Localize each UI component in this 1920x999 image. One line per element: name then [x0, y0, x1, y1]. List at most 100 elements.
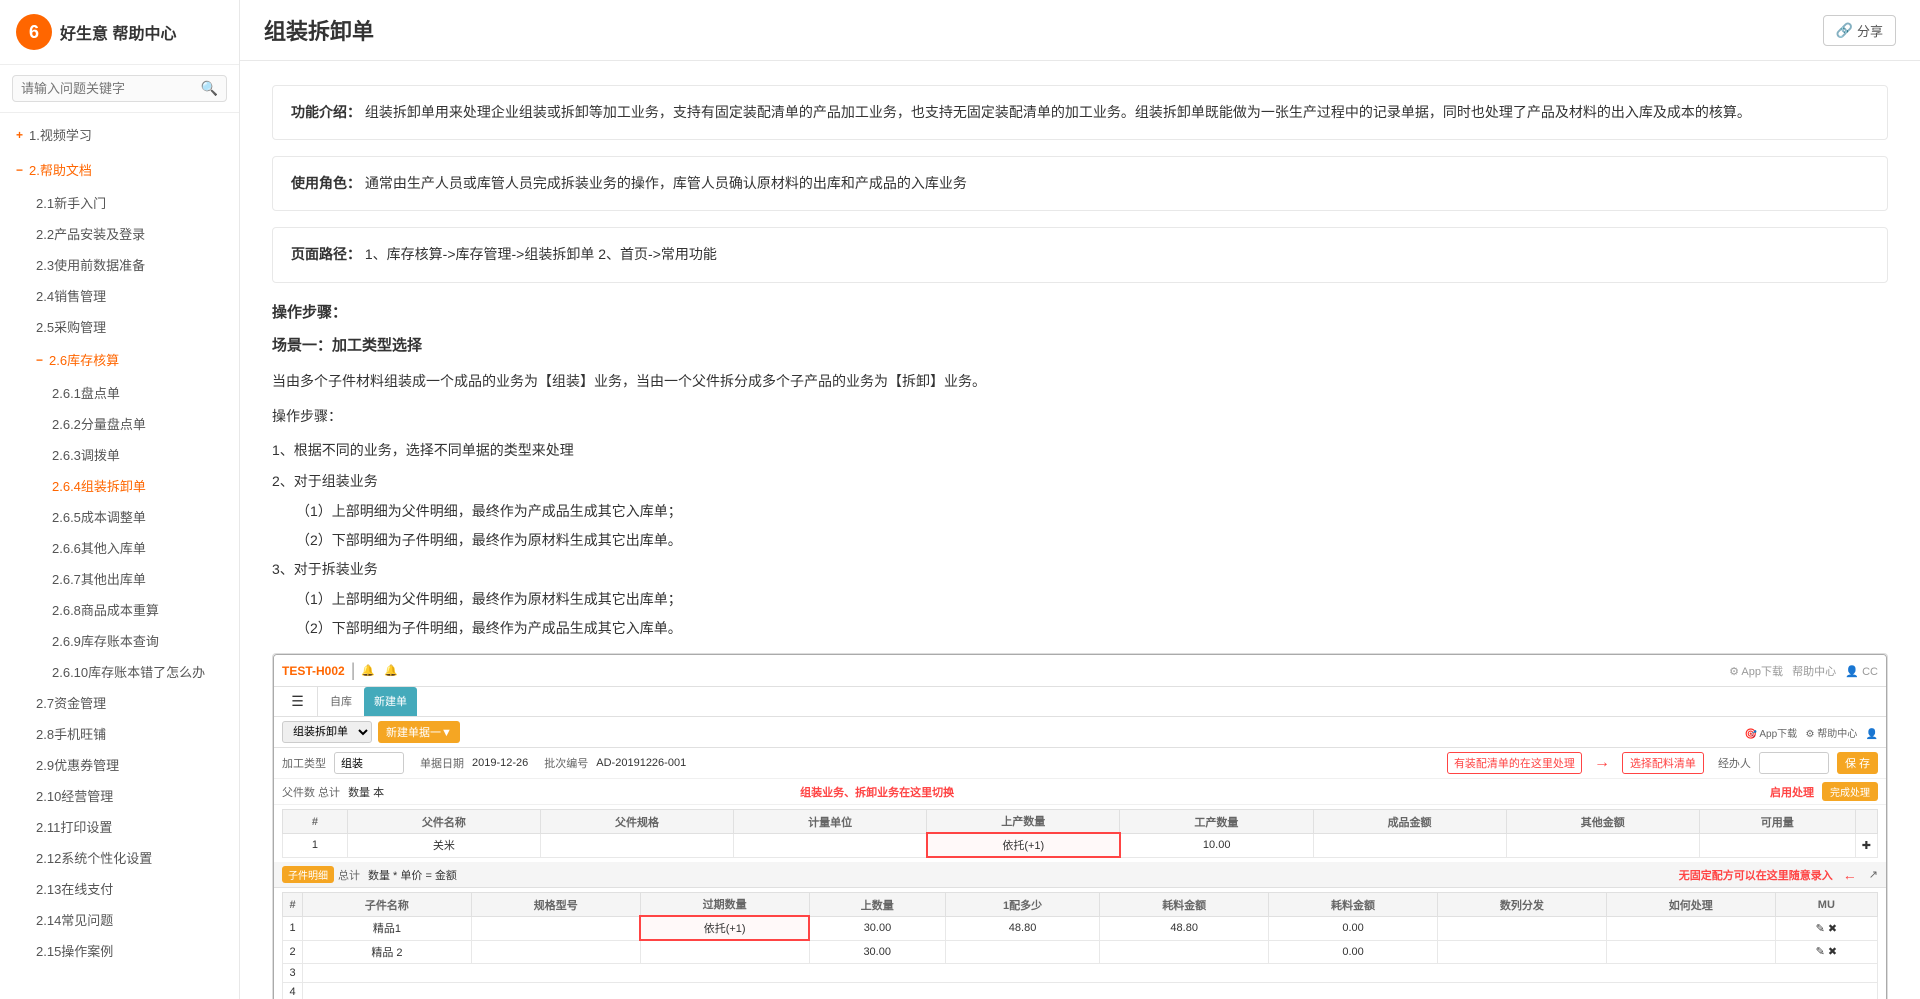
c-cell-name: 精品 2 — [303, 940, 472, 963]
c-cell-num: 2 — [283, 940, 303, 963]
bom-notice: 有装配清单的在这里处理 — [1447, 752, 1582, 774]
sidebar-item-inventory-label: 2.6库存核算 — [49, 350, 119, 369]
c-cell-handle — [1606, 916, 1775, 940]
table-row: 4 — [283, 982, 1878, 999]
search-input[interactable] — [21, 81, 201, 96]
sidebar-item-cost-adjust[interactable]: 2.6.5成本调整单 — [0, 501, 239, 532]
sidebar-item-purchase[interactable]: 2.5采购管理 — [0, 311, 239, 342]
parent-detail-label: 父件数 总计 — [282, 784, 340, 800]
date-label: 加工类型 — [282, 755, 326, 771]
cell-parent-name: 关米 — [347, 833, 540, 857]
sidebar-item-payment[interactable]: 2.13在线支付 — [0, 873, 239, 904]
sidebar-item-transfer[interactable]: 2.6.3调拨单 — [0, 439, 239, 470]
cth-mat-amt1: 耗料金额 — [1100, 893, 1269, 917]
cth-spec: 规格型号 — [471, 893, 640, 917]
step2-1: （1）上部明细为父件明细，最终作为产成品生成其它入库单； — [272, 498, 1888, 525]
free-input-hint: 无固定配方可以在这里随意录入 — [1679, 867, 1833, 883]
cell-unit — [734, 833, 927, 857]
app-toolbar: 组装拆卸单 新建单据一▼ 🎯 App下载 ⚙ 帮助中心 👤 — [274, 717, 1886, 748]
page-title: 组装拆卸单 — [264, 14, 374, 46]
select-bom-btn[interactable]: 选择配料清单 — [1622, 752, 1704, 774]
cth-qty-up: 上数量 — [809, 893, 945, 917]
func-intro-label: 功能介绍： — [291, 104, 361, 120]
form-row-1: 加工类型 单据日期 2019-12-26 批次编号 AD-20191226-00… — [274, 748, 1886, 779]
batch-field-label: 批次编号 — [544, 755, 588, 771]
date-field-label: 单据日期 — [420, 755, 464, 771]
sidebar-item-inventory[interactable]: − 2.6库存核算 — [0, 342, 239, 377]
c-cell-spec — [471, 940, 640, 963]
cell-qty2: 10.00 — [1120, 833, 1313, 857]
sidebar-item-mobile[interactable]: 2.8手机旺铺 — [0, 718, 239, 749]
main-area: 组装拆卸单 🔗 分享 功能介绍： 组装拆卸单用来处理企业组装或拆卸等加工业务，支… — [240, 0, 1920, 999]
bottom-section-header: 子件明细 总计 数量 * 单价 = 金额 无固定配方可以在这里随意录入 ← ↗ — [274, 862, 1886, 888]
sidebar-item-cases[interactable]: 2.15操作案例 — [0, 935, 239, 966]
sidebar-item-inventory-fix[interactable]: 2.6.10库存账本错了怎么办 — [0, 656, 239, 687]
sidebar-item-ops-mgmt[interactable]: 2.10经营管理 — [0, 780, 239, 811]
sidebar-item-partial-stocktake[interactable]: 2.6.2分量盘点单 — [0, 408, 239, 439]
sidebar-item-sales[interactable]: 2.4销售管理 — [0, 280, 239, 311]
c-cell-empty — [303, 982, 1878, 999]
sidebar-item-stocktake[interactable]: 2.6.1盘点单 — [0, 377, 239, 408]
th-qty2: 工产数量 — [1120, 810, 1313, 834]
sidebar-item-assembly[interactable]: 2.6.4组装拆卸单 — [0, 470, 239, 501]
share-button[interactable]: 🔗 分享 — [1823, 15, 1896, 46]
child-totals: 数量 * 单价 = 金额 — [368, 867, 457, 883]
op-input[interactable] — [1759, 752, 1829, 774]
sidebar-item-coupon[interactable]: 2.9优惠券管理 — [0, 749, 239, 780]
scenario1-title: 场景一：加工类型选择 — [272, 332, 1888, 361]
nav-section: + 1.视频学习 − 2.帮助文档 2.1新手入门 2.2产品安装及登录 2.3… — [0, 113, 239, 970]
c-cell-qty-over — [640, 940, 809, 963]
sidebar-toggle[interactable]: ☰ — [278, 687, 318, 716]
cell-action: ✚ — [1855, 833, 1877, 857]
func-intro-block: 功能介绍： 组装拆卸单用来处理企业组装或拆卸等加工业务，支持有固定装配清单的产品… — [272, 85, 1888, 140]
logo-icon: 6 — [16, 14, 52, 50]
tab-ziku[interactable]: 自库 — [320, 687, 362, 716]
cell-parent-spec — [540, 833, 733, 857]
sidebar-item-other-out[interactable]: 2.6.7其他出库单 — [0, 563, 239, 594]
sidebar-item-faq[interactable]: 2.14常见问题 — [0, 904, 239, 935]
sidebar-item-cost-recalc[interactable]: 2.6.8商品成本重算 — [0, 594, 239, 625]
c-cell-amt1 — [1100, 940, 1269, 963]
sidebar-item-personalize[interactable]: 2.12系统个性化设置 — [0, 842, 239, 873]
cth-mat-amt2: 耗料金额 — [1269, 893, 1438, 917]
doc-type-select[interactable]: 组装拆卸单 — [282, 721, 372, 743]
sidebar-item-other-in[interactable]: 2.6.6其他入库单 — [0, 532, 239, 563]
main-header: 组装拆卸单 🔗 分享 — [240, 0, 1920, 61]
sidebar-item-data-prep[interactable]: 2.3使用前数据准备 — [0, 249, 239, 280]
type-switch-hint: 组装业务、拆卸业务在这里切换 — [800, 784, 954, 800]
op-label: 经办人 — [1718, 755, 1751, 771]
role-block: 使用角色： 通常由生产人员或库管人员完成拆装业务的操作，库管人员确认原材料的出库… — [272, 156, 1888, 211]
c-cell-num: 4 — [283, 982, 303, 999]
c-cell-amt1: 48.80 — [1100, 916, 1269, 940]
c-cell-amt2: 0.00 — [1269, 940, 1438, 963]
logo-area: 6 好生意 帮助中心 — [0, 0, 239, 65]
parent-table-head: # 父件名称 父件规格 计量单位 上产数量 工产数量 成品金额 其他金额 可用量 — [283, 810, 1878, 834]
sidebar-item-video-label: 1.视频学习 — [29, 125, 92, 144]
cell-qty1: 依托(+1) — [927, 833, 1120, 857]
toolbar-icons: 🎯 App下载 ⚙ 帮助中心 👤 — [1745, 725, 1878, 740]
c-cell-mu: ✎ ✖ — [1775, 916, 1877, 940]
parent-count: 数量 本 — [348, 784, 384, 800]
sidebar-item-docs[interactable]: − 2.帮助文档 — [0, 152, 239, 187]
sidebar-item-finance[interactable]: 2.7资金管理 — [0, 687, 239, 718]
date-field-value: 2019-12-26 — [472, 757, 528, 769]
cell-num: 1 — [283, 833, 348, 857]
search-icon[interactable]: 🔍 — [201, 80, 218, 97]
sidebar-item-inventory-query[interactable]: 2.6.9库存账本查询 — [0, 625, 239, 656]
type-input[interactable] — [334, 752, 404, 774]
finish-btn[interactable]: 完成处理 — [1822, 782, 1878, 801]
c-cell-dist — [1437, 916, 1606, 940]
tab-new[interactable]: 新建单 — [364, 687, 417, 716]
batch-field-value: AD-20191226-001 — [596, 757, 686, 769]
expand-icon: + — [16, 128, 23, 142]
sidebar-item-print[interactable]: 2.11打印设置 — [0, 811, 239, 842]
save-btn[interactable]: 保 存 — [1837, 752, 1878, 774]
table-row: 1 精品1 依托(+1) 30.00 48.80 48.80 0.00 ✎ — [283, 916, 1878, 940]
sidebar-item-newbie[interactable]: 2.1新手入门 — [0, 187, 239, 218]
new-doc-btn[interactable]: 新建单据一▼ — [378, 721, 460, 743]
type-notice-row: 父件数 总计 数量 本 组装业务、拆卸业务在这里切换 启用处理 完成处理 — [274, 779, 1886, 805]
window-id: TEST-H002 — [282, 664, 345, 678]
top-bar-separator: | — [351, 660, 356, 681]
sidebar-item-video[interactable]: + 1.视频学习 — [0, 117, 239, 152]
sidebar-item-install[interactable]: 2.2产品安装及登录 — [0, 218, 239, 249]
